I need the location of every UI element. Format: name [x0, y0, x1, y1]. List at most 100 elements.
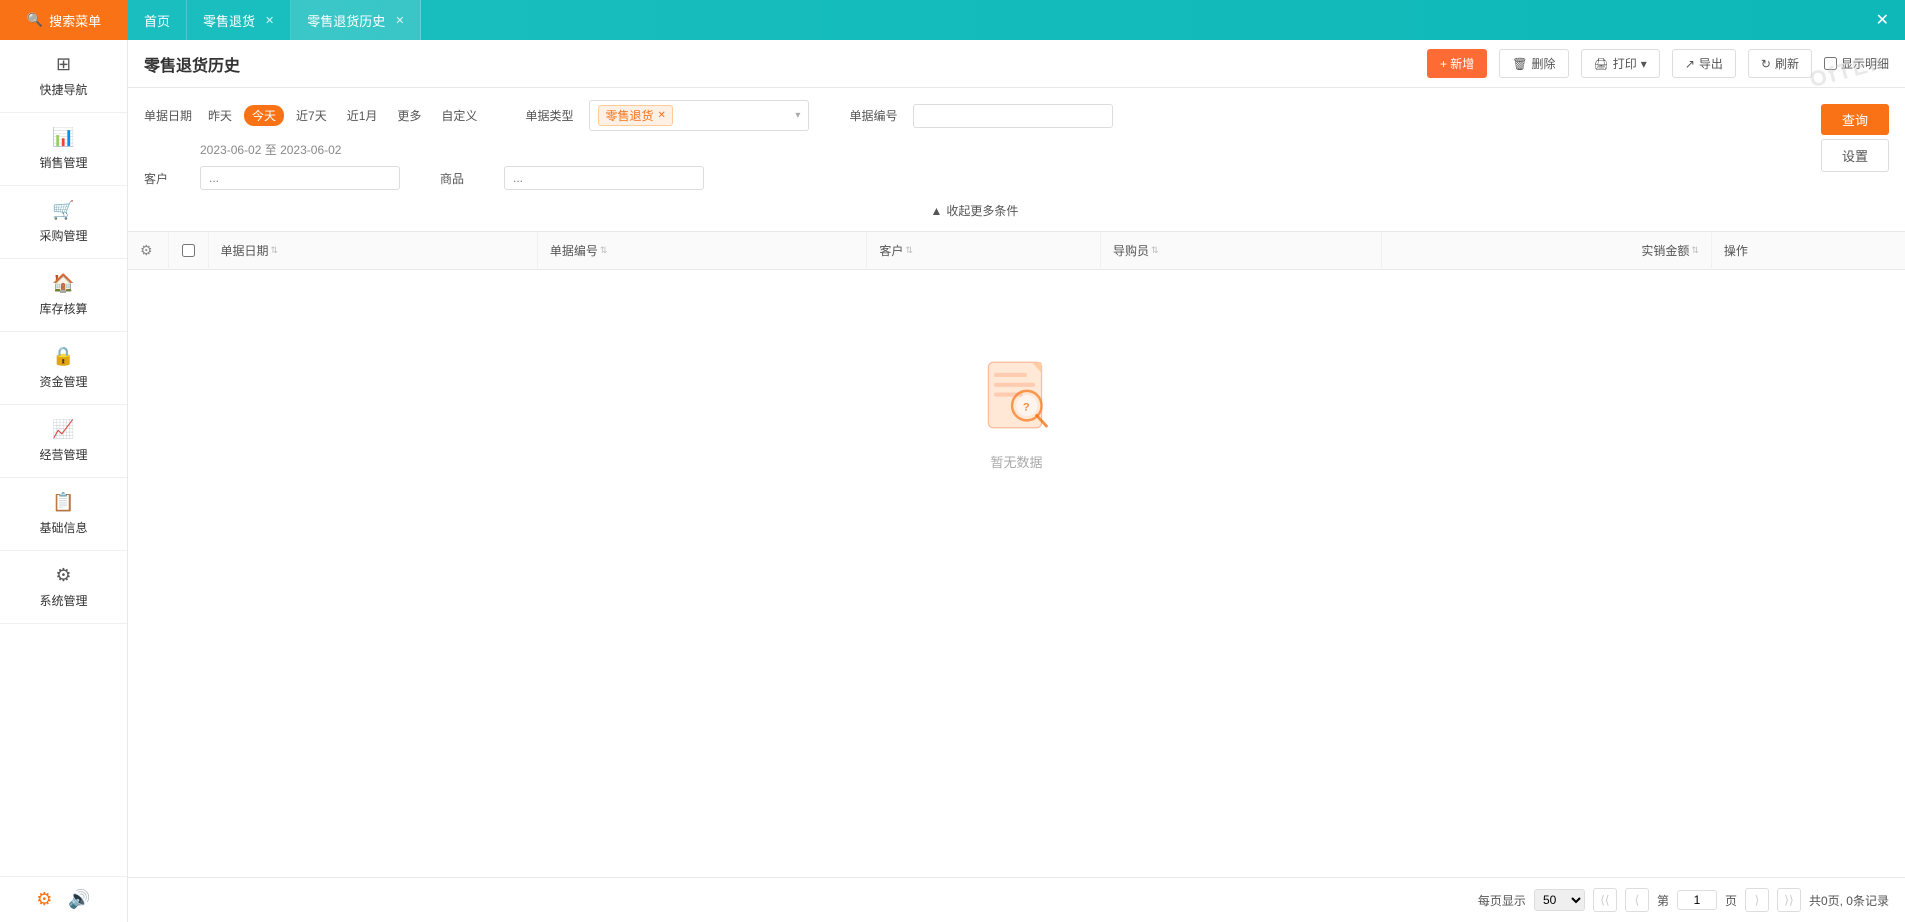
query-button[interactable]: 查询	[1821, 104, 1889, 135]
customer-filter-label: 客户	[144, 170, 200, 187]
filter-area: 单据日期 昨天 今天 近7天 近1月 更多 自定义 单据类型	[128, 88, 1905, 232]
sidebar-item-inventory[interactable]: 🏠 库存核算	[0, 259, 127, 332]
inventory-icon: 🏠	[52, 273, 74, 294]
filter-row-2: 客户 商品	[144, 166, 1805, 190]
export-icon: ↗	[1685, 57, 1695, 71]
date-sort[interactable]: 单据日期 ⇅	[221, 242, 279, 259]
date-range-display: 2023-06-02 至 2023-06-02	[200, 141, 341, 158]
voucher-filter-group: 单据编号	[849, 104, 1113, 128]
system-icon: ⚙	[55, 565, 71, 586]
date-yesterday-btn[interactable]: 昨天	[200, 105, 240, 126]
main-layout: ⊞ 快捷导航 📊 销售管理 🛒 采购管理 🏠 库存核算 🔒 资金管理 📈 经营管…	[0, 40, 1905, 922]
sidebar: ⊞ 快捷导航 📊 销售管理 🛒 采购管理 🏠 库存核算 🔒 资金管理 📈 经营管…	[0, 40, 128, 922]
voucher-sort-icon: ⇅	[600, 245, 608, 256]
page-last-btn[interactable]: ⟩⟩	[1777, 888, 1801, 912]
tab-retail-return-history[interactable]: 零售退货历史 ✕	[291, 0, 421, 40]
date-1month-btn[interactable]: 近1月	[339, 105, 386, 126]
pagination-bar: 每页显示 10 20 50 100 ⟨⟨ ⟨ 第 1 页 ⟩ ⟩⟩ 共0页, 0…	[128, 877, 1905, 922]
svg-text:?: ?	[1022, 402, 1029, 414]
top-tabs: 首页 零售退货 ✕ 零售退货历史 ✕	[128, 0, 1876, 40]
goods-filter-group: 商品	[440, 166, 704, 190]
sidebar-item-system-label: 系统管理	[39, 592, 87, 609]
sidebar-bottom: ⚙ 🔊	[0, 876, 127, 922]
page-chapter-label: 第	[1657, 892, 1669, 909]
type-tag-close[interactable]: ✕	[657, 110, 665, 121]
date-filter-label: 单据日期	[144, 107, 200, 124]
settings-button[interactable]: 设置	[1821, 139, 1889, 172]
th-action: 操作	[1711, 232, 1905, 270]
date-quick-group: 昨天 今天 近7天 近1月 更多 自定义	[200, 105, 485, 126]
page-size-select[interactable]: 10 20 50 100	[1534, 889, 1585, 911]
th-guide-label: 导购员	[1113, 242, 1149, 259]
th-customer-label: 客户	[879, 242, 903, 259]
tab-retail-return-close[interactable]: ✕	[265, 14, 274, 27]
th-customer: 客户 ⇅	[867, 232, 1101, 270]
print-button[interactable]: 🖨 打印 ▾	[1581, 49, 1660, 78]
window-close-btn[interactable]: ✕	[1876, 10, 1889, 30]
new-button[interactable]: + 新增	[1427, 49, 1487, 78]
date-to: 2023-06-02	[280, 143, 341, 157]
top-bar-right: ✕	[1876, 10, 1905, 30]
voucher-no-input[interactable]	[913, 104, 1113, 128]
sidebar-item-sales[interactable]: 📊 销售管理	[0, 113, 127, 186]
guide-sort-icon: ⇅	[1151, 245, 1159, 256]
sidebar-item-quick-nav[interactable]: ⊞ 快捷导航	[0, 40, 127, 113]
th-date-label: 单据日期	[221, 242, 269, 259]
query-btn-group: 查询 设置	[1821, 104, 1889, 172]
table-body: ? 暂无数据	[128, 270, 1905, 552]
refresh-icon: ↻	[1761, 57, 1771, 71]
sidebar-item-finance[interactable]: 🔒 资金管理	[0, 332, 127, 405]
table-area: ⚙ 单据日期 ⇅	[128, 232, 1905, 877]
tab-home[interactable]: 首页	[128, 0, 187, 40]
date-more-btn[interactable]: 更多	[389, 105, 429, 126]
export-button[interactable]: ↗ 导出	[1672, 49, 1736, 78]
sidebar-item-system[interactable]: ⚙ 系统管理	[0, 551, 127, 624]
guide-sort[interactable]: 导购员 ⇅	[1113, 242, 1159, 259]
refresh-button[interactable]: ↻ 刷新	[1748, 49, 1812, 78]
page-first-btn[interactable]: ⟨⟨	[1593, 888, 1617, 912]
sidebar-item-operation[interactable]: 📈 经营管理	[0, 405, 127, 478]
collapse-btn[interactable]: ▲ 收起更多条件	[919, 198, 1031, 223]
page-size-label: 每页显示	[1478, 892, 1526, 909]
top-bar: 🔍 搜索菜单 首页 零售退货 ✕ 零售退货历史 ✕ ✕	[0, 0, 1905, 40]
quick-nav-icon: ⊞	[56, 54, 71, 75]
type-filter-group: 单据类型 零售退货 ✕ ▾	[525, 100, 809, 131]
page-header: 零售退货历史 + 新增 🗑 删除 🖨 打印 ▾ ↗ 导出 ↻	[128, 40, 1905, 88]
date-7days-btn[interactable]: 近7天	[288, 105, 335, 126]
select-all-checkbox[interactable]	[182, 244, 195, 257]
search-icon: 🔍	[27, 12, 43, 28]
th-checkbox	[168, 232, 208, 270]
print-label: 打印	[1613, 55, 1637, 72]
amount-sort[interactable]: 实销金额 ⇅	[1641, 242, 1699, 259]
delete-button[interactable]: 🗑 删除	[1499, 49, 1568, 78]
sidebar-item-inventory-label: 库存核算	[39, 300, 87, 317]
delete-icon: 🗑	[1512, 57, 1527, 71]
sidebar-item-quick-nav-label: 快捷导航	[39, 81, 87, 98]
date-today-btn[interactable]: 今天	[244, 105, 284, 126]
voucher-filter-label: 单据编号	[849, 107, 905, 124]
sidebar-item-purchase[interactable]: 🛒 采购管理	[0, 186, 127, 259]
page-next-btn[interactable]: ⟩	[1745, 888, 1769, 912]
th-voucher-label: 单据编号	[550, 242, 598, 259]
sidebar-item-basic-info-label: 基础信息	[39, 519, 87, 536]
show-detail-checkbox[interactable]	[1824, 57, 1837, 70]
page-prev-btn[interactable]: ⟨	[1625, 888, 1649, 912]
customer-input[interactable]	[200, 166, 400, 190]
sidebar-item-basic-info[interactable]: 📋 基础信息	[0, 478, 127, 551]
date-custom-btn[interactable]: 自定义	[433, 105, 485, 126]
volume-icon[interactable]: 🔊	[68, 889, 90, 910]
page-number-input[interactable]: 1	[1677, 890, 1717, 910]
tab-retail-return-history-close[interactable]: ✕	[395, 14, 404, 27]
goods-input[interactable]	[504, 166, 704, 190]
search-menu-btn[interactable]: 🔍 搜索菜单	[0, 0, 128, 40]
export-label: 导出	[1699, 55, 1723, 72]
customer-sort[interactable]: 客户 ⇅	[879, 242, 913, 259]
voucher-sort[interactable]: 单据编号 ⇅	[550, 242, 608, 259]
goods-filter-label: 商品	[440, 170, 496, 187]
table-settings-icon[interactable]: ⚙	[140, 242, 153, 258]
tab-retail-return[interactable]: 零售退货 ✕	[187, 0, 291, 40]
type-filter-select[interactable]: 零售退货 ✕ ▾	[589, 100, 809, 131]
settings-bottom-icon[interactable]: ⚙	[36, 889, 52, 910]
show-detail-label[interactable]: 显示明细	[1824, 55, 1889, 72]
date-sort-icon: ⇅	[271, 245, 279, 256]
